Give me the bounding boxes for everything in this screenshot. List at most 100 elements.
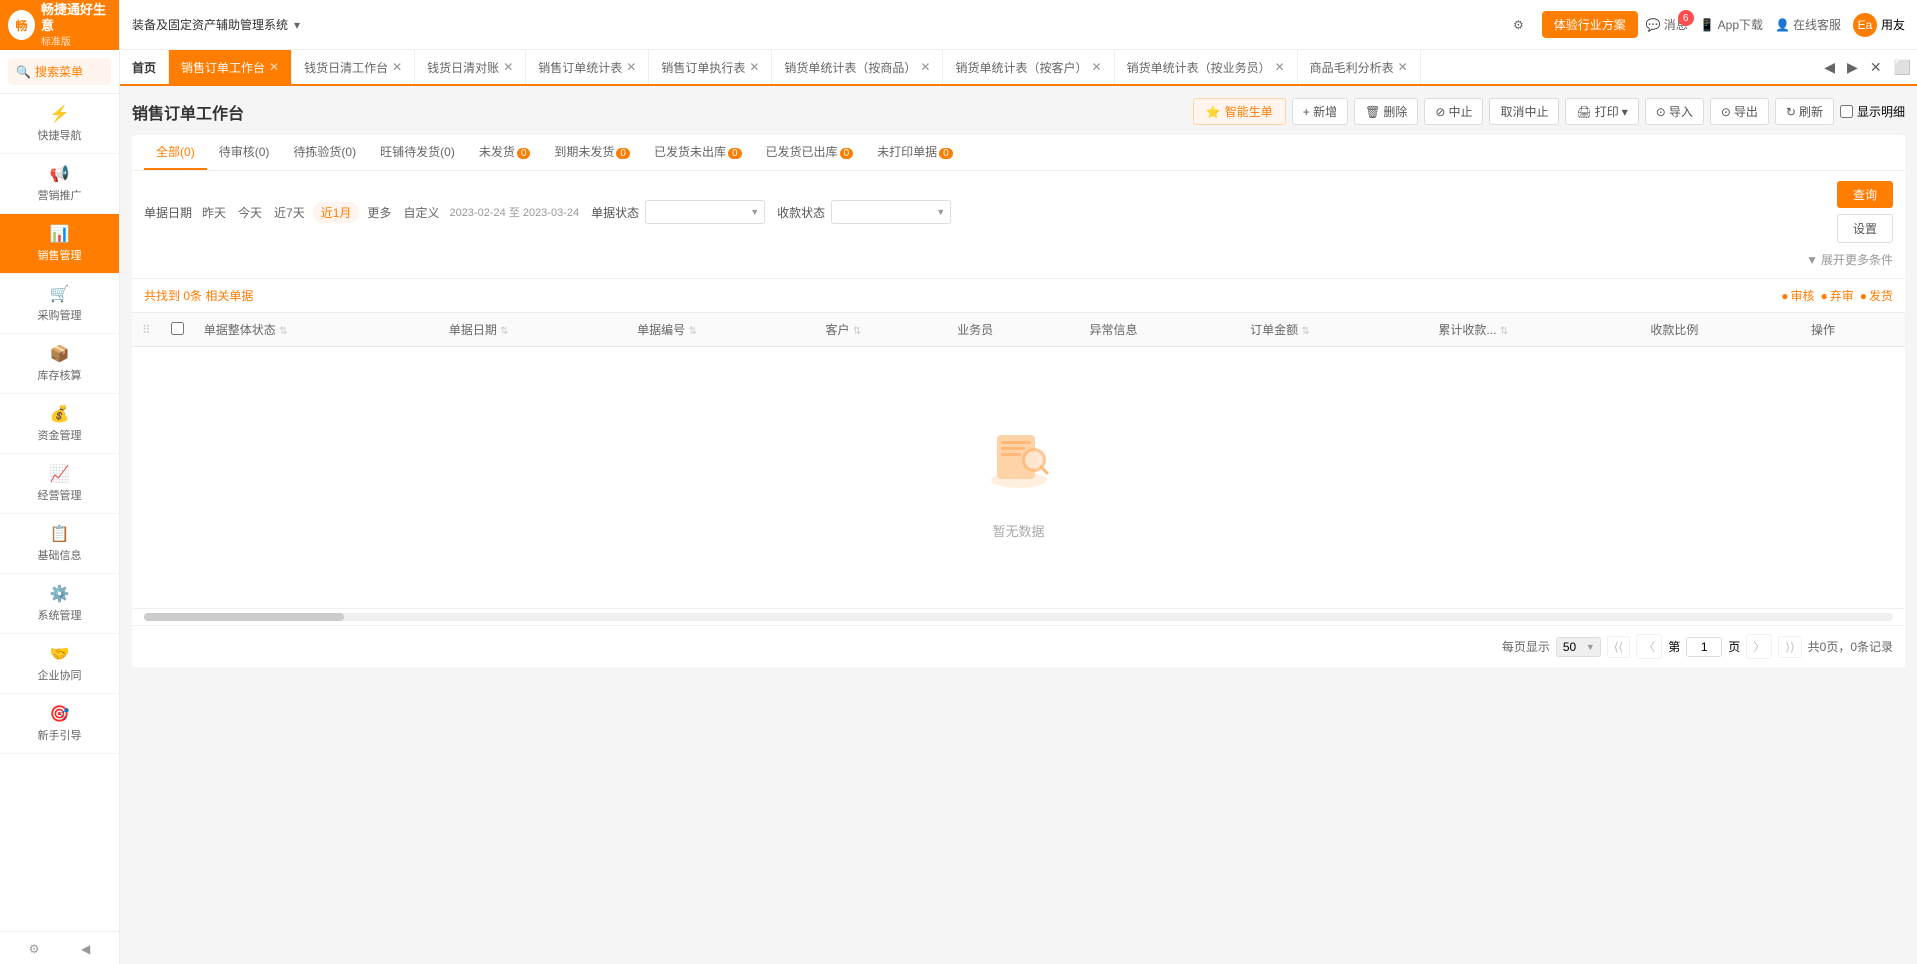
app-download-button[interactable]: 📱 App下载 <box>1700 16 1763 33</box>
sidebar-item-finance[interactable]: 💰 资金管理 <box>0 394 119 454</box>
select-all-checkbox[interactable] <box>171 322 184 335</box>
orders-table: ⠿ 单据整体状态 ⇅ 单据日期 ⇅ <box>132 313 1905 609</box>
tab-close-sales-stat2[interactable]: ✕ <box>749 60 759 74</box>
prev-page-btn[interactable]: 〈 <box>1636 634 1662 659</box>
sidebar-settings-button[interactable]: ⚙ <box>29 940 40 956</box>
filter-tab-overdue-ship[interactable]: 到期未发货0 <box>542 135 642 170</box>
smart-create-button[interactable]: ⭐ 智能生单 <box>1193 98 1286 125</box>
enterprise-icon: 🤝 <box>50 644 70 664</box>
show-detail-checkbox-label[interactable]: 显示明细 <box>1840 103 1905 120</box>
settings-icon: ⚙ <box>29 942 40 956</box>
cancel-audit-quick-btn[interactable]: ● 弃审 <box>1820 287 1853 304</box>
date-more-btn[interactable]: 更多 <box>363 202 395 223</box>
table-container: ⠿ 单据整体状态 ⇅ 单据日期 ⇅ <box>132 313 1905 609</box>
delete-button[interactable]: 🗑 删除 <box>1354 98 1418 125</box>
tab-scroll-right[interactable]: ▶ <box>1841 50 1864 85</box>
show-detail-checkbox[interactable] <box>1840 105 1853 118</box>
page-number-input[interactable] <box>1686 637 1722 657</box>
sidebar-item-marketing[interactable]: 📢 营销推广 <box>0 154 119 214</box>
cancel-stop-button[interactable]: 取消中止 <box>1489 98 1559 125</box>
filter-tab-shipped-out[interactable]: 已发货已出库0 <box>754 135 866 170</box>
date-7days-btn[interactable]: 近7天 <box>270 202 309 223</box>
tab-close-current[interactable]: ✕ <box>1864 50 1888 85</box>
tab-scroll-left[interactable]: ◀ <box>1818 50 1841 85</box>
tab-close-margin-stat[interactable]: ✕ <box>1398 60 1408 74</box>
date-custom-btn[interactable]: 自定义 <box>399 202 443 223</box>
date-1month-btn[interactable]: 近1月 <box>313 202 360 223</box>
sidebar-item-system[interactable]: ⚙️ 系统管理 <box>0 574 119 634</box>
sidebar-search-area: 🔍 搜索菜单 <box>0 50 119 94</box>
collapse-icon: ◀ <box>81 942 90 956</box>
per-page-select[interactable]: 50 10 20 100 <box>1556 637 1601 657</box>
date-today-btn[interactable]: 今天 <box>234 202 266 223</box>
sidebar-item-enterprise[interactable]: 🤝 企业协同 <box>0 634 119 694</box>
filter-tab-wangpu-ship[interactable]: 旺铺待发货(0) <box>368 135 467 170</box>
sidebar-item-quick-nav[interactable]: ⚡ 快捷导航 <box>0 94 119 154</box>
sidebar-item-basic[interactable]: 📋 基础信息 <box>0 514 119 574</box>
tab-close-sales-stat1[interactable]: ✕ <box>626 60 636 74</box>
import-button[interactable]: ⊙ 导入 <box>1645 98 1704 125</box>
tab-sales-stat3[interactable]: 销货单统计表（按商品） ✕ <box>772 50 943 85</box>
filter-tab-pending-review[interactable]: 待审核(0) <box>207 135 282 170</box>
refresh-button[interactable]: ↻ 刷新 <box>1775 98 1834 125</box>
tab-sales-stat2[interactable]: 销售订单执行表 ✕ <box>649 50 772 85</box>
tab-sales-order[interactable]: 销售订单工作台 ✕ <box>169 50 292 85</box>
online-service-button[interactable]: 👤 在线客服 <box>1775 16 1841 33</box>
payment-select[interactable] <box>831 200 951 224</box>
industry-btn[interactable]: 体验行业方案 <box>1542 11 1638 38</box>
gear-button[interactable]: ⚙ <box>1503 14 1534 36</box>
message-badge: 6 <box>1678 10 1694 26</box>
search-button[interactable]: 查询 <box>1837 181 1893 208</box>
tab-cash-daily[interactable]: 钱货日清工作台 ✕ <box>292 50 415 85</box>
filter-tab-pending-inspect[interactable]: 待拣验货(0) <box>281 135 368 170</box>
sidebar-collapse-button[interactable]: ◀ <box>81 940 90 956</box>
sidebar-item-sales[interactable]: 📊 销售管理 <box>0 214 119 274</box>
stop-button[interactable]: ⊘ 中止 <box>1424 98 1483 125</box>
tab-close-cash-daily[interactable]: ✕ <box>392 60 402 74</box>
tab-maximize[interactable]: ⬜ <box>1888 50 1917 85</box>
add-button[interactable]: + 新增 <box>1292 98 1348 125</box>
search-menu-button[interactable]: 🔍 搜索菜单 <box>8 58 111 85</box>
not-printed-badge: 0 <box>939 148 953 159</box>
sidebar-item-purchase[interactable]: 🛒 采购管理 <box>0 274 119 334</box>
sidebar-item-inventory[interactable]: 📦 库存核算 <box>0 334 119 394</box>
tab-close-sales-stat5[interactable]: ✕ <box>1275 60 1285 74</box>
ship-quick-btn[interactable]: ● 发货 <box>1860 287 1893 304</box>
sort-icon: ⇅ <box>853 326 861 337</box>
sidebar-item-operation[interactable]: 📈 经营管理 <box>0 454 119 514</box>
settings-button[interactable]: 设置 <box>1837 214 1893 243</box>
filter-tab-not-shipped[interactable]: 未发货0 <box>467 135 543 170</box>
tab-close-cash-reconcile[interactable]: ✕ <box>503 60 513 74</box>
h-scroll-thumb[interactable] <box>144 613 344 621</box>
export-button[interactable]: ⊙ 导出 <box>1710 98 1769 125</box>
message-button[interactable]: 💬 6 消息 <box>1646 16 1688 33</box>
tab-home[interactable]: 首页 <box>120 50 169 85</box>
tab-sales-stat5[interactable]: 销货单统计表（按业务员） ✕ <box>1115 50 1298 85</box>
tab-close-sales-stat4[interactable]: ✕ <box>1092 60 1102 74</box>
h-scroll-track[interactable] <box>144 613 1893 621</box>
tab-margin-stat[interactable]: 商品毛利分析表 ✕ <box>1298 50 1421 85</box>
first-page-btn[interactable]: ⟨⟨ <box>1607 636 1630 658</box>
date-yesterday-btn[interactable]: 昨天 <box>198 202 230 223</box>
status-label: 单据状态 <box>591 204 639 221</box>
system-dropdown-button[interactable]: ▾ <box>294 18 300 32</box>
audit-quick-btn[interactable]: ● 审核 <box>1781 287 1814 304</box>
filter-tab-not-printed[interactable]: 未打印单据0 <box>865 135 965 170</box>
operation-icon: 📈 <box>50 464 70 484</box>
tab-sales-stat4[interactable]: 销货单统计表（按客户） ✕ <box>943 50 1114 85</box>
last-page-btn[interactable]: ⟩⟩ <box>1778 636 1801 658</box>
tab-close-sales-stat3[interactable]: ✕ <box>920 60 930 74</box>
sidebar-item-guide[interactable]: 🎯 新手引导 <box>0 694 119 754</box>
status-select[interactable] <box>645 200 765 224</box>
expand-conditions-button[interactable]: ▼ 展开更多条件 <box>1806 251 1893 268</box>
user-info[interactable]: Ea 用友 <box>1853 13 1905 37</box>
filter-tab-all[interactable]: 全部(0) <box>144 135 207 170</box>
print-button[interactable]: 🖨 打印 ▾ <box>1565 98 1638 125</box>
next-page-btn[interactable]: 〉 <box>1746 634 1772 659</box>
tab-cash-reconcile[interactable]: 钱货日清对账 ✕ <box>415 50 526 85</box>
tab-close-sales-order[interactable]: ✕ <box>269 60 279 74</box>
tab-sales-stat1[interactable]: 销售订单统计表 ✕ <box>526 50 649 85</box>
purchase-icon: 🛒 <box>50 284 70 304</box>
cancel-audit-dot-icon: ● <box>1820 289 1827 303</box>
filter-tab-shipped-not-out[interactable]: 已发货未出库0 <box>642 135 754 170</box>
